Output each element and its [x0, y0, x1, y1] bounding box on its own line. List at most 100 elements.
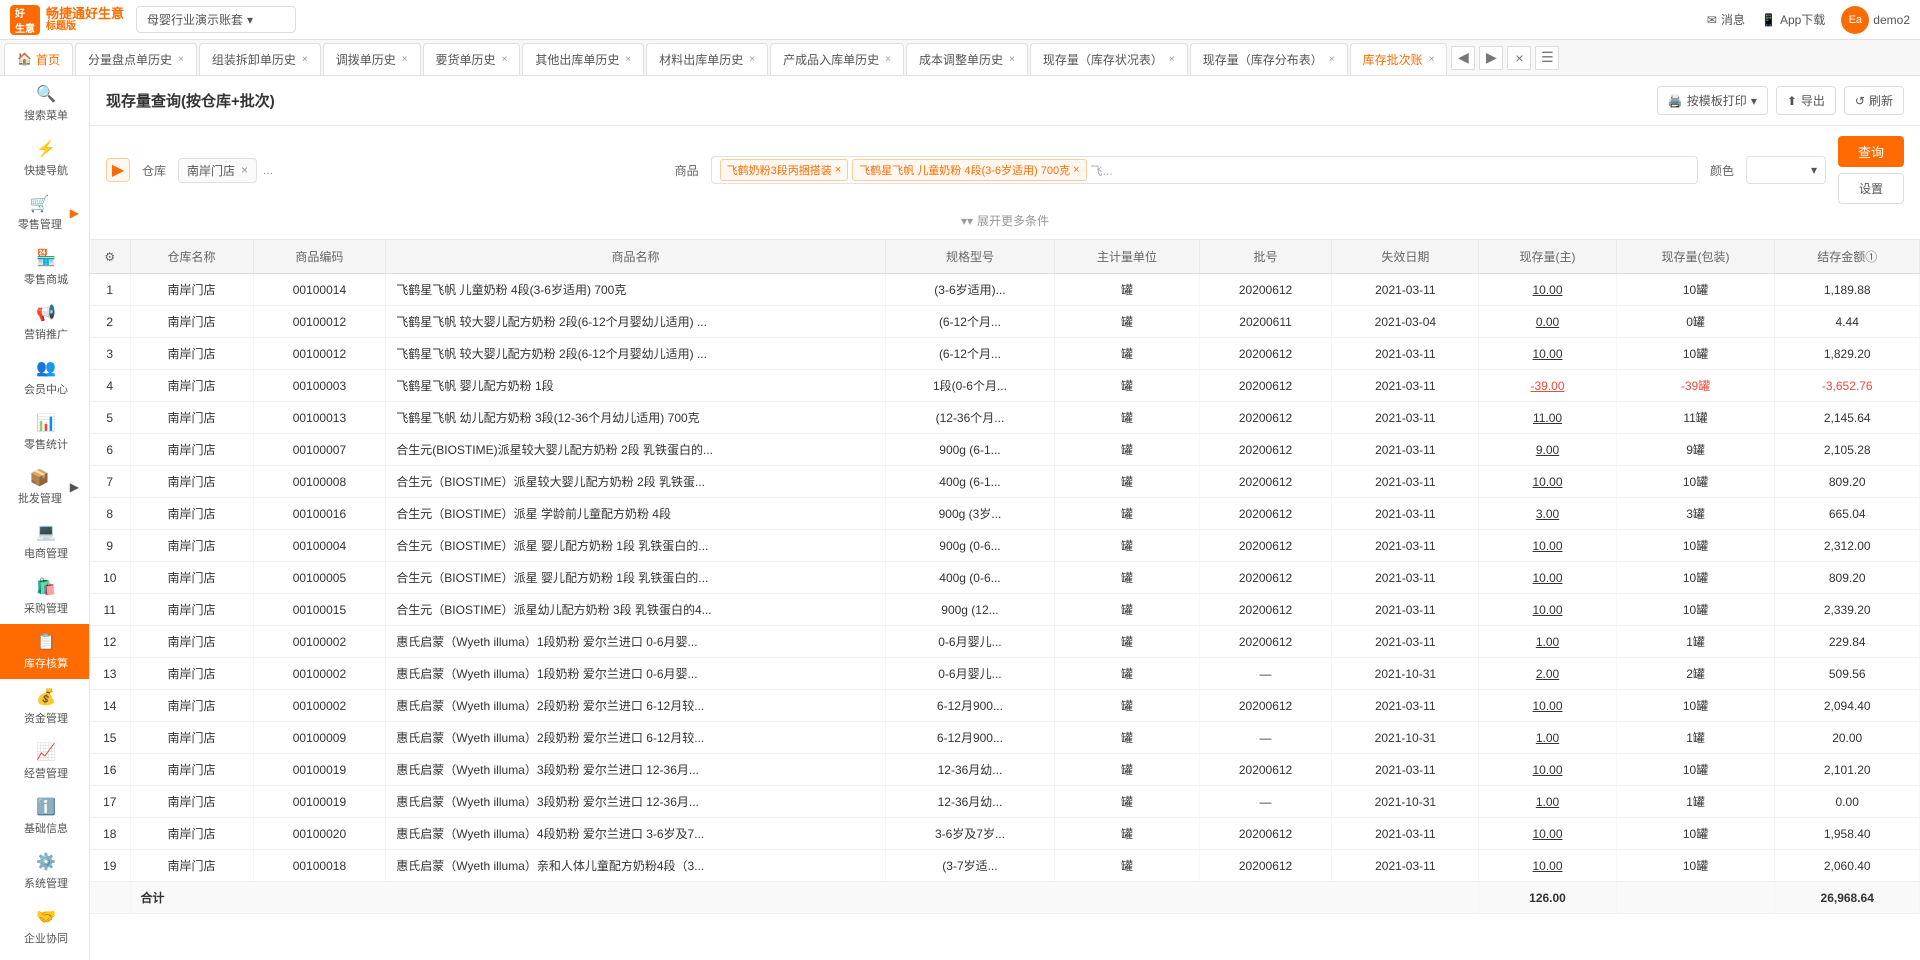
tab-yaohuo[interactable]: 要货单历史 × [423, 43, 521, 75]
tab-chengben[interactable]: 成本调整单历史 × [906, 43, 1028, 75]
row-qty-main[interactable]: 10.00 [1479, 818, 1616, 850]
tab-fenliangpandan[interactable]: 分量盘点单历史 × [75, 43, 197, 75]
close-icon[interactable]: × [502, 54, 508, 65]
user-info[interactable]: Ea demo2 [1841, 6, 1910, 34]
sidebar-item-collab[interactable]: 🤝 企业协同 [0, 899, 89, 954]
sidebar-item-wholesale[interactable]: 📦 批发管理 ▶ [0, 460, 89, 514]
warehouse-more[interactable]: ... [263, 163, 273, 177]
row-qty-main[interactable]: 0.00 [1479, 306, 1616, 338]
row-qty-main[interactable]: -39.00 [1479, 370, 1616, 402]
tab-home[interactable]: 🏠 首页 [4, 43, 73, 75]
refresh-button[interactable]: ↺ 刷新 [1844, 86, 1904, 115]
print-button[interactable]: 🖨️ 按模板打印 ▾ [1657, 86, 1768, 115]
sidebar-item-retail[interactable]: 🛒 零售管理 ▶ [0, 186, 89, 240]
tab-scroll-left[interactable]: ◀ [1451, 46, 1475, 70]
sidebar-item-marketing[interactable]: 📢 营销推广 [0, 295, 89, 350]
row-batch: 20200612 [1199, 754, 1332, 786]
row-qty-main[interactable]: 10.00 [1479, 530, 1616, 562]
row-spec: 400g (6-1... [885, 466, 1055, 498]
row-qty-main[interactable]: 10.00 [1479, 850, 1616, 882]
sidebar-item-ecommerce[interactable]: 💻 电商管理 [0, 514, 89, 569]
close-icon[interactable]: × [302, 54, 308, 65]
sidebar-item-purchase[interactable]: 🛍️ 采购管理 [0, 569, 89, 624]
summary-qty-pack-empty [1616, 882, 1775, 914]
sidebar-item-basic[interactable]: ℹ️ 基础信息 [0, 789, 89, 844]
row-qty-main[interactable]: 10.00 [1479, 690, 1616, 722]
row-qty-main[interactable]: 10.00 [1479, 466, 1616, 498]
sidebar-item-guide[interactable]: 🎯 新手引导 [0, 954, 89, 960]
row-qty-main[interactable]: 1.00 [1479, 786, 1616, 818]
tab-qita[interactable]: 其他出库单历史 × [522, 43, 644, 75]
row-amount: 2,145.64 [1775, 402, 1920, 434]
export-icon: ⬆ [1787, 94, 1797, 108]
tab-close-current[interactable]: × [1507, 46, 1531, 70]
warehouse-tag-close[interactable]: × [241, 163, 248, 177]
product-input-group[interactable]: 飞鹤奶粉3段丙捆搭装 × 飞鹤星飞帆 儿童奶粉 4段(3-6岁适用) 700克 … [711, 156, 1698, 184]
sidebar-item-business[interactable]: 📈 经营管理 [0, 734, 89, 789]
col-settings[interactable]: ⚙ [90, 240, 130, 274]
close-icon[interactable]: × [749, 54, 755, 65]
row-qty-main[interactable]: 2.00 [1479, 658, 1616, 690]
row-qty-main[interactable]: 3.00 [1479, 498, 1616, 530]
table-row: 9 南岸门店 00100004 合生元（BIOSTIME）派星 婴儿配方奶粉 1… [90, 530, 1920, 562]
tab-zuzhangchaijian[interactable]: 组装拆卸单历史 × [199, 43, 321, 75]
row-qty-main[interactable]: 1.00 [1479, 722, 1616, 754]
tab-cailiao[interactable]: 材料出库单历史 × [646, 43, 768, 75]
tab-menu[interactable]: ☰ [1535, 46, 1559, 70]
row-qty-main[interactable]: 10.00 [1479, 338, 1616, 370]
row-qty-main[interactable]: 10.00 [1479, 754, 1616, 786]
close-icon[interactable]: × [885, 54, 891, 65]
sidebar-item-stat[interactable]: 📊 零售统计 [0, 405, 89, 460]
row-qty-main[interactable]: 11.00 [1479, 402, 1616, 434]
row-qty-main[interactable]: 10.00 [1479, 562, 1616, 594]
product-tag-1-close[interactable]: × [835, 164, 841, 176]
close-icon[interactable]: × [1009, 54, 1015, 65]
row-amount: 2,094.40 [1775, 690, 1920, 722]
tab-chancheng[interactable]: 产成品入库单历史 × [770, 43, 904, 75]
expand-more-conditions[interactable]: ▾▾ 展开更多条件 [106, 212, 1904, 229]
row-qty-main[interactable]: 10.00 [1479, 274, 1616, 306]
table-row: 2 南岸门店 00100012 飞鹤星飞帆 较大婴儿配方奶粉 2段(6-12个月… [90, 306, 1920, 338]
export-button[interactable]: ⬆ 导出 [1776, 86, 1836, 115]
tab-scroll-right[interactable]: ▶ [1479, 46, 1503, 70]
tab-kucunpicizhang[interactable]: 库存批次账 × [1350, 43, 1448, 75]
row-warehouse: 南岸门店 [130, 338, 253, 370]
tab-tiaobodanls[interactable]: 调拨单历史 × [323, 43, 421, 75]
chevron-right-icon: ▶ [70, 480, 79, 494]
sidebar-item-finance[interactable]: 💰 资金管理 [0, 679, 89, 734]
sidebar-item-quicknav[interactable]: ⚡ 快捷导航 [0, 131, 89, 186]
sidebar-item-search[interactable]: 🔍 搜索菜单 [0, 76, 89, 131]
sidebar-item-system[interactable]: ⚙️ 系统管理 [0, 844, 89, 899]
settings-button[interactable]: 设置 [1838, 173, 1904, 204]
row-amount: 1,829.20 [1775, 338, 1920, 370]
row-qty-pack: 10罐 [1616, 466, 1775, 498]
close-icon[interactable]: × [402, 54, 408, 65]
suite-dropdown[interactable]: 母婴行业演示账套 ▾ [136, 6, 296, 33]
message-btn[interactable]: ✉ 消息 [1707, 11, 1745, 28]
product-tag-1[interactable]: 飞鹤奶粉3段丙捆搭装 × [720, 159, 849, 181]
close-icon[interactable]: × [1169, 54, 1175, 65]
row-qty-main[interactable]: 10.00 [1479, 594, 1616, 626]
tab-xiancunliang2[interactable]: 现存量（库存分布表） × [1190, 43, 1348, 75]
row-qty-main[interactable]: 1.00 [1479, 626, 1616, 658]
store-icon: 🏪 [36, 248, 56, 268]
close-icon[interactable]: × [1429, 54, 1435, 65]
search-button[interactable]: 查询 [1838, 136, 1904, 167]
row-no: 5 [90, 402, 130, 434]
close-icon[interactable]: × [625, 54, 631, 65]
warehouse-tag[interactable]: 南岸门店 × [178, 158, 257, 183]
close-icon[interactable]: × [1329, 54, 1335, 65]
close-icon[interactable]: × [178, 54, 184, 65]
row-name: 惠氏启蒙（Wyeth illuma）2段奶粉 爱尔兰进口 6-12月较... [386, 722, 885, 754]
app-download-btn[interactable]: 📱 App下载 [1761, 11, 1825, 28]
product-tag-2-close[interactable]: × [1073, 164, 1079, 176]
product-tag-2[interactable]: 飞鹤星飞帆 儿童奶粉 4段(3-6岁适用) 700克 × [852, 159, 1086, 181]
row-batch: 20200612 [1199, 274, 1332, 306]
sidebar-item-mall[interactable]: 🏪 零售商城 [0, 240, 89, 295]
expand-button[interactable]: ▶ [106, 158, 130, 182]
sidebar-item-inventory[interactable]: 📋 库存核算 [0, 624, 89, 679]
sidebar-item-member[interactable]: 👥 会员中心 [0, 350, 89, 405]
row-qty-main[interactable]: 9.00 [1479, 434, 1616, 466]
tab-xiancunliang1[interactable]: 现存量（库存状况表） × [1030, 43, 1188, 75]
color-select[interactable]: ▾ [1746, 156, 1826, 184]
